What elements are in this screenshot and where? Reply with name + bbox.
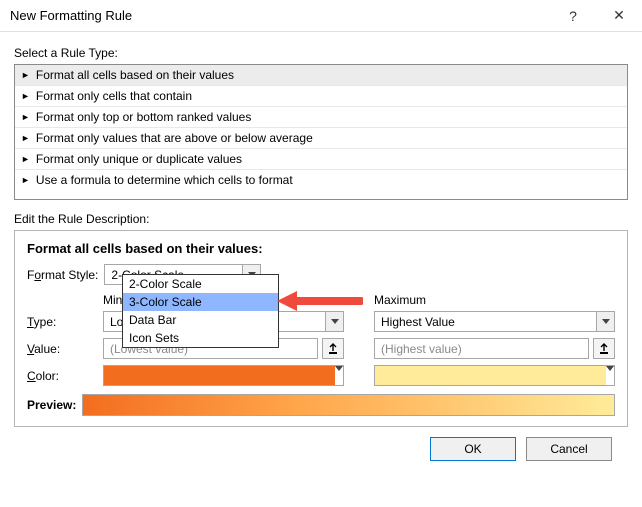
range-selector-button[interactable] xyxy=(593,338,615,359)
preview-gradient xyxy=(82,394,615,416)
dialog-buttons: OK Cancel xyxy=(14,427,628,461)
bullet-icon: ► xyxy=(21,176,30,185)
max-value-input[interactable]: (Highest value) xyxy=(374,338,589,359)
color-label: Color: xyxy=(27,369,97,383)
rule-type-item[interactable]: ► Format only cells that contain xyxy=(15,86,627,107)
max-type-dropdown[interactable]: Highest Value xyxy=(374,311,615,332)
cancel-button[interactable]: Cancel xyxy=(526,437,612,461)
dropdown-option[interactable]: Icon Sets xyxy=(123,329,278,347)
collapse-dialog-icon xyxy=(599,343,609,355)
max-color-dropdown[interactable] xyxy=(374,365,615,386)
maximum-label: Maximum xyxy=(374,293,615,307)
chevron-down-icon[interactable] xyxy=(325,312,343,331)
help-button[interactable]: ? xyxy=(550,0,596,32)
format-style-row: Format Style: 2-Color Scale xyxy=(27,264,615,285)
rule-type-item[interactable]: ► Format only unique or duplicate values xyxy=(15,149,627,170)
rule-description-panel: Format all cells based on their values: … xyxy=(14,230,628,427)
chevron-down-icon[interactable] xyxy=(335,366,343,385)
format-style-label: Format Style: xyxy=(27,268,98,282)
dialog-content: Select a Rule Type: ► Format all cells b… xyxy=(0,32,642,467)
rule-type-label: Select a Rule Type: xyxy=(14,46,628,60)
preview-label: Preview: xyxy=(27,398,76,412)
chevron-down-icon[interactable] xyxy=(606,366,614,385)
maximum-column: Maximum xyxy=(374,291,615,311)
bullet-icon: ► xyxy=(21,113,30,122)
description-heading: Format all cells based on their values: xyxy=(27,241,615,256)
type-label: Type: xyxy=(27,315,97,329)
edit-description-label: Edit the Rule Description: xyxy=(14,212,628,226)
bullet-icon: ► xyxy=(21,92,30,101)
bullet-icon: ► xyxy=(21,134,30,143)
title-bar: New Formatting Rule ? ✕ xyxy=(0,0,642,32)
range-selector-button[interactable] xyxy=(322,338,344,359)
window-title: New Formatting Rule xyxy=(10,8,550,23)
bullet-icon: ► xyxy=(21,155,30,164)
rule-type-item[interactable]: ► Format only values that are above or b… xyxy=(15,128,627,149)
format-style-options[interactable]: 2-Color Scale 3-Color Scale Data Bar Ico… xyxy=(122,274,279,348)
bullet-icon: ► xyxy=(21,71,30,80)
rule-type-list[interactable]: ► Format all cells based on their values… xyxy=(14,64,628,200)
rule-type-item[interactable]: ► Use a formula to determine which cells… xyxy=(15,170,627,190)
rule-type-item[interactable]: ► Format all cells based on their values xyxy=(15,65,627,86)
min-color-dropdown[interactable] xyxy=(103,365,344,386)
rule-type-item[interactable]: ► Format only top or bottom ranked value… xyxy=(15,107,627,128)
collapse-dialog-icon xyxy=(328,343,338,355)
dropdown-option[interactable]: 3-Color Scale xyxy=(123,293,278,311)
close-button[interactable]: ✕ xyxy=(596,0,642,32)
ok-button[interactable]: OK xyxy=(430,437,516,461)
dropdown-option[interactable]: 2-Color Scale xyxy=(123,275,278,293)
value-label: Value: xyxy=(27,342,97,356)
chevron-down-icon[interactable] xyxy=(596,312,614,331)
dropdown-option[interactable]: Data Bar xyxy=(123,311,278,329)
